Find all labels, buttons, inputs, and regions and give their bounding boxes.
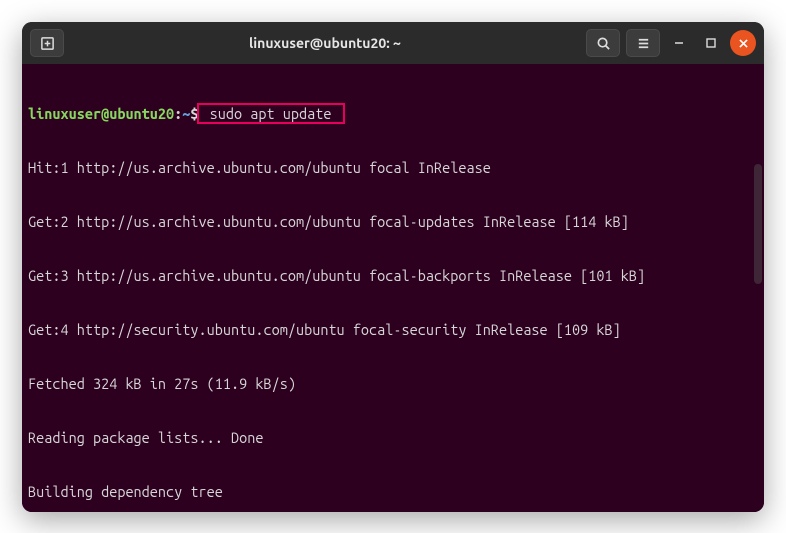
output-line: Hit:1 http://us.archive.ubuntu.com/ubunt… — [28, 159, 758, 177]
prompt-line-1: linuxuser@ubuntu20:~$ sudo apt update — [28, 105, 758, 123]
output-line: Reading package lists... Done — [28, 429, 758, 447]
output-line: Get:3 http://us.archive.ubuntu.com/ubunt… — [28, 267, 758, 285]
terminal-body[interactable]: linuxuser@ubuntu20:~$ sudo apt update Hi… — [22, 64, 764, 512]
minimize-button[interactable] — [666, 30, 692, 56]
window-title: linuxuser@ubuntu20: ~ — [64, 35, 586, 51]
close-button[interactable] — [730, 30, 756, 56]
output-line: Building dependency tree — [28, 483, 758, 501]
search-button[interactable] — [586, 29, 620, 57]
titlebar: linuxuser@ubuntu20: ~ — [22, 22, 764, 64]
output-line: Fetched 324 kB in 27s (11.9 kB/s) — [28, 375, 758, 393]
scrollbar-thumb[interactable] — [754, 164, 762, 284]
menu-button[interactable] — [626, 29, 660, 57]
output-line: Get:2 http://us.archive.ubuntu.com/ubunt… — [28, 213, 758, 231]
maximize-button[interactable] — [698, 30, 724, 56]
new-tab-button[interactable] — [30, 29, 64, 57]
terminal-window: linuxuser@ubuntu20: ~ — [22, 22, 764, 512]
highlighted-command: sudo apt update — [197, 103, 345, 124]
output-line: Get:4 http://security.ubuntu.com/ubuntu … — [28, 321, 758, 339]
prompt-user: linuxuser@ubuntu20 — [28, 105, 174, 122]
